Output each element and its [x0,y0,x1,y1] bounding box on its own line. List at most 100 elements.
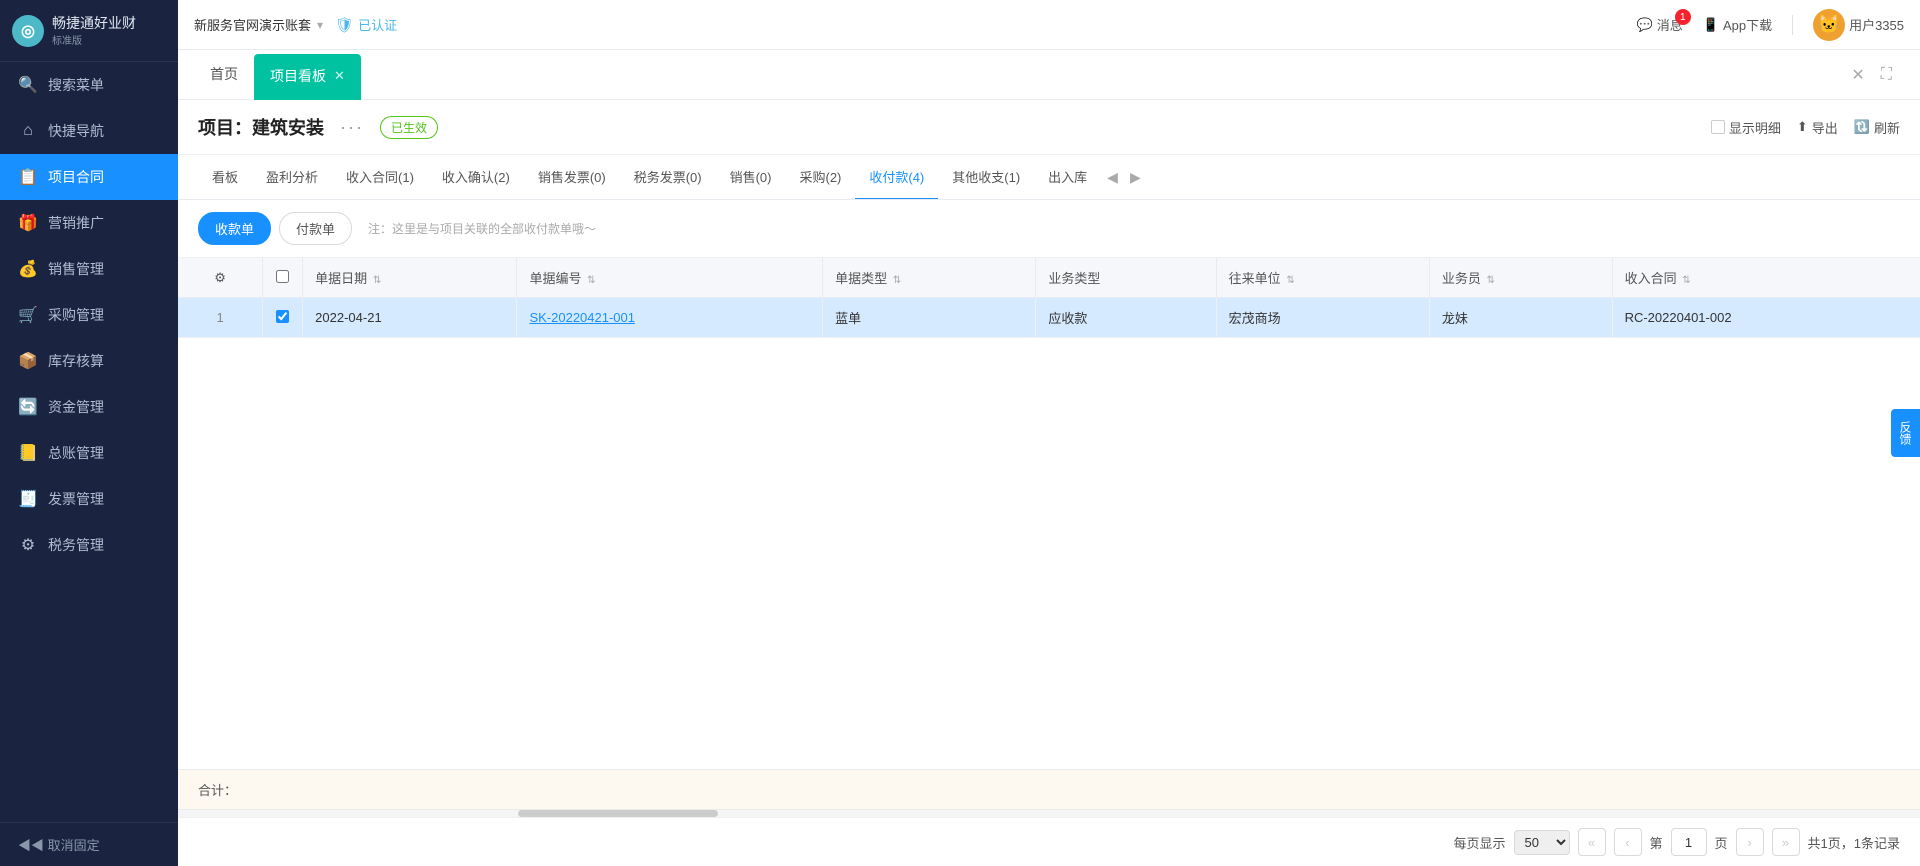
subtab-payment[interactable]: 付款单 [279,212,352,245]
sort-date-icon[interactable]: ⇅ [373,275,381,286]
tab-project-board[interactable]: 项目看板 ✕ [254,54,361,100]
page-tabs: 首页 项目看板 ✕ ✕ ⛶ [178,50,1920,100]
subnav-tax-invoice[interactable]: 税务发票(0) [620,155,716,200]
sort-partner-icon[interactable]: ⇅ [1286,275,1294,286]
feedback-button[interactable]: 反馈 [1891,409,1920,457]
cell-code[interactable]: SK-20220421-001 [517,298,823,338]
cell-checkbox[interactable] [263,298,303,338]
refresh-label: 刷新 [1874,118,1900,137]
topbar-project-name: 新服务官网演示账套 [194,15,311,34]
sidebar-item-quicknav[interactable]: ⌂ 快捷导航 [0,108,178,154]
subtab-bar: 收款单 付款单 注：这里是与项目关联的全部收付款单哦～ [178,200,1920,258]
receipts-table: ⚙ 单据日期 ⇅ 单据编号 ⇅ [178,258,1920,338]
cell-date: 2022-04-21 [303,298,517,338]
sidebar-item-label-marketing: 营销推广 [48,213,104,233]
close-window-icon[interactable]: ✕ [1847,61,1868,89]
subnav-receipt[interactable]: 收付款(4) [855,155,938,200]
sidebar-item-inventory[interactable]: 📦 库存核算 [0,338,178,384]
sidebar-item-marketing[interactable]: 🎁 营销推广 [0,200,178,246]
sort-type-icon[interactable]: ⇅ [893,275,901,286]
table-container: ⚙ 单据日期 ⇅ 单据编号 ⇅ [178,258,1920,769]
sidebar-item-label-inventory: 库存核算 [48,351,104,371]
home-icon: ⌂ [18,122,38,140]
column-income-contract: 收入合同 ⇅ [1612,258,1920,298]
subnav-sales-invoice[interactable]: 销售发票(0) [524,155,620,200]
column-checkbox[interactable] [263,258,303,298]
subnav-next-arrow[interactable]: ▶ [1124,161,1147,194]
sidebar-item-search[interactable]: 🔍 搜索菜单 [0,62,178,108]
subnav-sales[interactable]: 销售(0) [716,155,786,200]
subnav-purchase[interactable]: 采购(2) [785,155,855,200]
project-title: 项目：建筑安装 [198,114,324,140]
subnav-other-income[interactable]: 其他收支(1) [938,155,1034,200]
messages-button[interactable]: 💬 消息 1 [1637,15,1683,34]
topbar-actions: 💬 消息 1 📱 App下载 🐱 用户3355 [1637,9,1904,41]
table-row[interactable]: 1 2022-04-21 SK-20220421-001 蓝单 应收款 宏茂商场… [178,298,1920,338]
messages-badge: 1 [1675,9,1691,25]
footer-total-label: 合计： [198,783,237,798]
sidebar: ◎ 畅捷通好业财 标准版 🔍 搜索菜单 ⌂ 快捷导航 📋 项目合同 🎁 营销推广… [0,0,178,866]
project-more-button[interactable]: ··· [340,117,364,138]
column-partner: 往来单位 ⇅ [1216,258,1429,298]
sidebar-unpin[interactable]: ◀◀ 取消固定 [0,822,178,866]
sidebar-item-purchase[interactable]: 🛒 采购管理 [0,292,178,338]
sidebar-item-sales[interactable]: 💰 销售管理 [0,246,178,292]
subtab-receipt[interactable]: 收款单 [198,212,271,245]
show-detail-label: 显示明细 [1729,118,1781,137]
sidebar-item-ledger[interactable]: 📒 总账管理 [0,430,178,476]
prev-page-button[interactable]: ‹ [1614,828,1642,856]
tab-close-icon[interactable]: ✕ [334,68,345,84]
topbar-divider [1792,15,1793,35]
sort-contract-icon[interactable]: ⇅ [1682,275,1690,286]
record-link[interactable]: SK-20220421-001 [529,310,635,325]
subnav-income-contract[interactable]: 收入合同(1) [332,155,428,200]
column-type: 单据类型 ⇅ [823,258,1036,298]
subnav-profit[interactable]: 盈利分析 [252,155,332,200]
sidebar-item-label-invoice: 发票管理 [48,489,104,509]
horizontal-scrollbar[interactable] [178,809,1920,817]
app-download-button[interactable]: 📱 App下载 [1703,15,1772,34]
total-info: 共1页，1条记录 [1808,833,1900,852]
ledger-icon: 📒 [18,443,38,463]
sort-salesperson-icon[interactable]: ⇅ [1486,275,1494,286]
cell-type: 蓝单 [823,298,1036,338]
gear-icon[interactable]: ⚙ [214,270,226,285]
project-status-badge: 已生效 [380,116,438,139]
subnav-income-confirm[interactable]: 收入确认(2) [428,155,524,200]
sidebar-item-invoice[interactable]: 🧾 发票管理 [0,476,178,522]
last-page-button[interactable]: » [1772,828,1800,856]
page-number-input[interactable] [1671,828,1707,856]
maximize-window-icon[interactable]: ⛶ [1877,62,1896,88]
per-page-select[interactable]: 50 20 100 [1514,830,1570,855]
show-detail-checkbox[interactable] [1711,120,1725,134]
subnav-kanban[interactable]: 看板 [198,155,252,200]
finance-icon: 🔄 [18,397,38,417]
column-settings[interactable]: ⚙ [178,258,263,298]
show-detail-toggle[interactable]: 显示明细 [1711,118,1781,137]
row-select-checkbox[interactable] [276,310,289,323]
cell-salesperson: 龙妹 [1429,298,1612,338]
select-all-checkbox[interactable] [276,270,289,283]
column-salesperson: 业务员 ⇅ [1429,258,1612,298]
phone-icon: 📱 [1703,17,1719,33]
sidebar-item-contract[interactable]: 📋 项目合同 [0,154,178,200]
app-download-label: App下载 [1723,15,1772,34]
user-profile[interactable]: 🐱 用户3355 [1813,9,1904,41]
message-icon: 💬 [1637,17,1653,33]
sidebar-item-finance[interactable]: 🔄 资金管理 [0,384,178,430]
sidebar-item-tax[interactable]: ⚙ 税务管理 [0,522,178,568]
table-header: ⚙ 单据日期 ⇅ 单据编号 ⇅ [178,258,1920,298]
subtab-note: 注：这里是与项目关联的全部收付款单哦～ [368,220,596,237]
tab-home[interactable]: 首页 [194,50,254,100]
sort-code-icon[interactable]: ⇅ [587,275,595,286]
next-page-button[interactable]: › [1736,828,1764,856]
column-code: 单据编号 ⇅ [517,258,823,298]
export-button[interactable]: ⬆ 导出 [1797,118,1838,137]
scrollbar-thumb[interactable] [518,810,718,817]
subnav-prev-arrow[interactable]: ◀ [1101,161,1124,194]
subnav-inout[interactable]: 出入库 [1034,155,1101,200]
refresh-button[interactable]: 🔃 刷新 [1854,118,1900,137]
first-page-button[interactable]: « [1578,828,1606,856]
main-content: 新服务官网演示账套 ▾ 🛡 已认证 💬 消息 1 📱 App下载 🐱 用户335… [178,0,1920,866]
topbar-project-selector[interactable]: 新服务官网演示账套 ▾ [194,15,323,34]
